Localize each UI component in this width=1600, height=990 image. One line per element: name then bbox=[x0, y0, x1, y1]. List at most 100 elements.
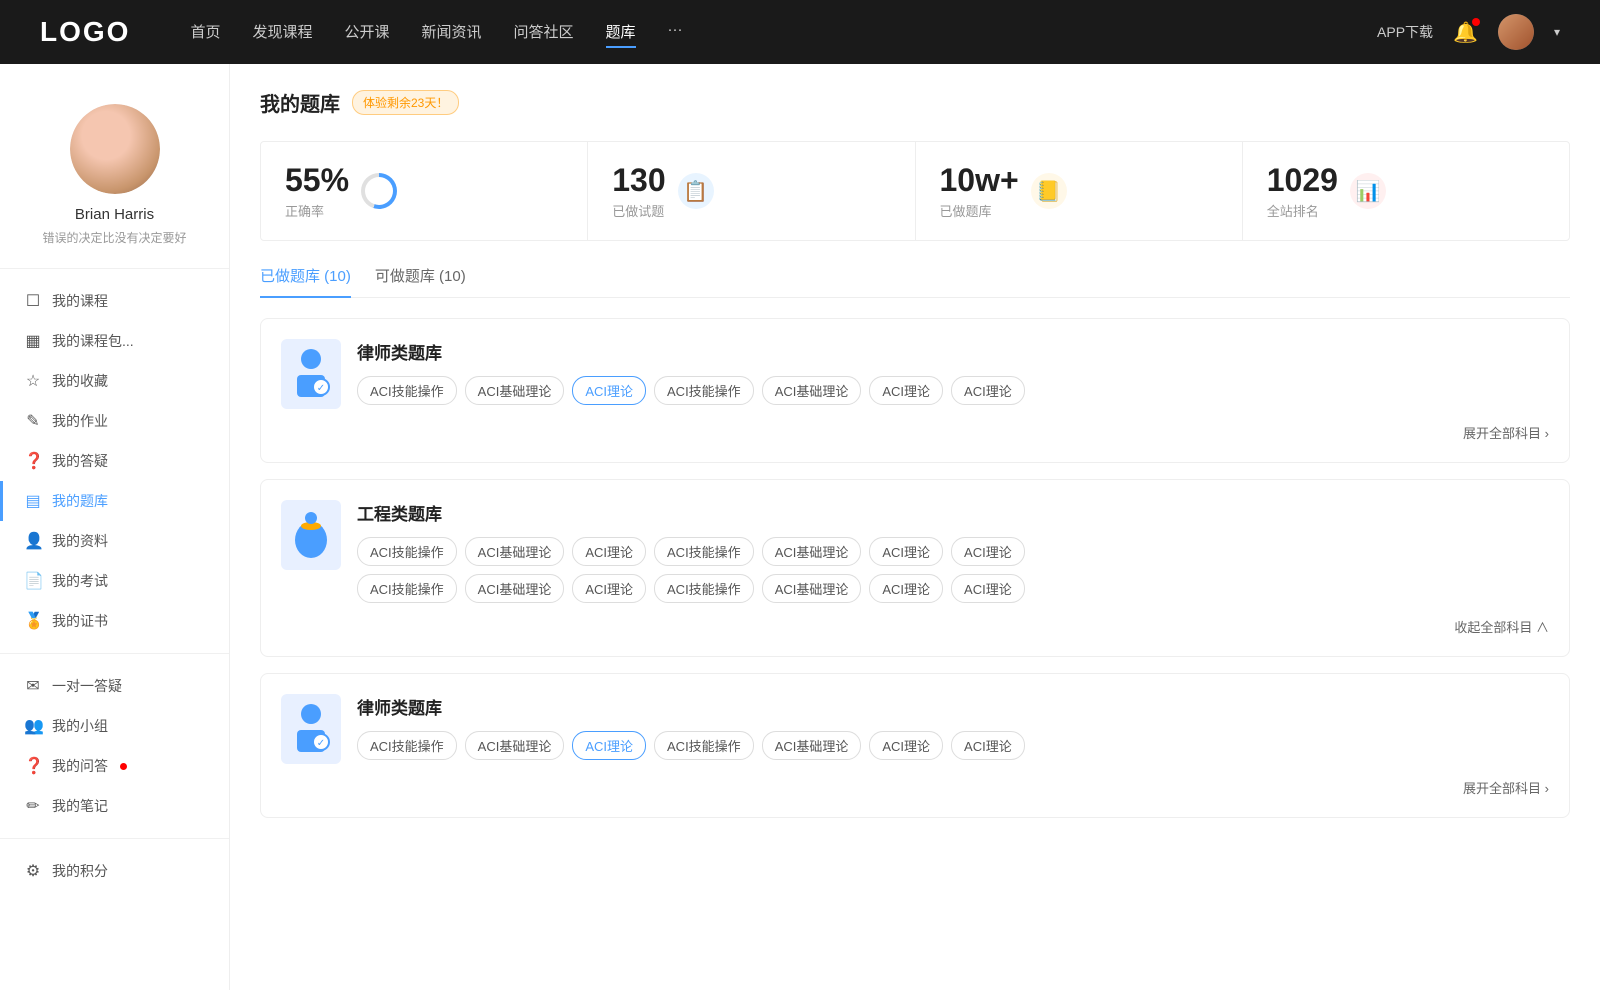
sidebar-divider-mid bbox=[0, 653, 229, 654]
trial-badge: 体验剩余23天！ bbox=[352, 90, 459, 115]
nav-discover[interactable]: 发现课程 bbox=[252, 17, 312, 48]
sidebar-item-questions[interactable]: ❓ 我的问答 bbox=[0, 746, 229, 786]
qbank-tags-row1-2: ACI技能操作 ACI基础理论 ACI理论 ACI技能操作 ACI基础理论 AC… bbox=[357, 537, 1549, 566]
tag-aci-basic-1[interactable]: ACI基础理论 bbox=[465, 376, 565, 405]
expand-link-3[interactable]: 展开全部科目 › bbox=[1463, 778, 1549, 797]
stat-ranking-label: 全站排名 bbox=[1267, 201, 1338, 220]
stat-accuracy-label: 正确率 bbox=[285, 201, 349, 220]
tag-e-aci-basic-4[interactable]: ACI基础理论 bbox=[762, 574, 862, 603]
sidebar-item-course-packages[interactable]: ▦ 我的课程包... bbox=[0, 321, 229, 361]
tag-l2-aci-basic-2[interactable]: ACI基础理论 bbox=[762, 731, 862, 760]
tag-e-aci-skill-3[interactable]: ACI技能操作 bbox=[357, 574, 457, 603]
svg-text:✓: ✓ bbox=[317, 383, 325, 394]
notification-bell[interactable]: 🔔 bbox=[1453, 20, 1478, 45]
lawyer-icon: ✓ bbox=[289, 347, 333, 401]
tag-e-aci-theory-1[interactable]: ACI理论 bbox=[572, 537, 646, 566]
tag-e-aci-skill-2[interactable]: ACI技能操作 bbox=[654, 537, 754, 566]
qbank-section-lawyer-2: ✓ 律师类题库 ACI技能操作 ACI基础理论 ACI理论 ACI技能操作 AC… bbox=[260, 673, 1570, 818]
tabs: 已做题库 (10) 可做题库 (10) bbox=[260, 265, 1570, 298]
notification-dot bbox=[1472, 18, 1480, 26]
stat-done-questions-value: 130 bbox=[612, 162, 665, 199]
sidebar: Brian Harris 错误的决定比没有决定要好 ☐ 我的课程 ▦ 我的课程包… bbox=[0, 64, 230, 990]
qbank-title-3: 律师类题库 bbox=[357, 694, 1549, 719]
exams-icon: 📄 bbox=[24, 571, 42, 591]
sidebar-item-favorites[interactable]: ☆ 我的收藏 bbox=[0, 361, 229, 401]
stat-done-questions: 130 已做试题 📋 bbox=[588, 142, 915, 240]
nav-menu: 首页 发现课程 公开课 新闻资讯 问答社区 题库 ··· bbox=[190, 17, 1377, 48]
groups-icon: 👥 bbox=[24, 716, 42, 736]
nav-open-course[interactable]: 公开课 bbox=[344, 17, 389, 48]
stat-done-banks-label: 已做题库 bbox=[940, 201, 1019, 220]
tag-l2-aci-basic-1[interactable]: ACI基础理论 bbox=[465, 731, 565, 760]
nav-home[interactable]: 首页 bbox=[190, 17, 220, 48]
sidebar-item-question-bank[interactable]: ▤ 我的题库 bbox=[0, 481, 229, 521]
tag-e-aci-basic-1[interactable]: ACI基础理论 bbox=[465, 537, 565, 566]
qbank-icon-wrap-1: ✓ bbox=[281, 339, 341, 409]
ranking-icon: 📊 bbox=[1350, 173, 1386, 209]
qbank-header-3: ✓ 律师类题库 ACI技能操作 ACI基础理论 ACI理论 ACI技能操作 AC… bbox=[281, 694, 1549, 764]
stat-done-questions-label: 已做试题 bbox=[612, 201, 665, 220]
tag-e-aci-theory-2[interactable]: ACI理论 bbox=[869, 537, 943, 566]
tag-aci-theory-1[interactable]: ACI理论 bbox=[869, 376, 943, 405]
qbank-icon-wrap-3: ✓ bbox=[281, 694, 341, 764]
tag-aci-theory-active-1[interactable]: ACI理论 bbox=[572, 376, 646, 405]
sidebar-item-groups[interactable]: 👥 我的小组 bbox=[0, 706, 229, 746]
avatar[interactable] bbox=[1498, 14, 1534, 50]
nav-qa[interactable]: 问答社区 bbox=[514, 17, 574, 48]
sidebar-item-points[interactable]: ⚙ 我的积分 bbox=[0, 851, 229, 891]
tag-e-aci-skill-4[interactable]: ACI技能操作 bbox=[654, 574, 754, 603]
sidebar-item-profile[interactable]: 👤 我的资料 bbox=[0, 521, 229, 561]
tag-aci-skill-1[interactable]: ACI技能操作 bbox=[357, 376, 457, 405]
sidebar-item-one-on-one[interactable]: ✉ 一对一答疑 bbox=[0, 666, 229, 706]
nav-question-bank[interactable]: 题库 bbox=[606, 17, 636, 48]
tag-aci-basic-2[interactable]: ACI基础理论 bbox=[762, 376, 862, 405]
qbank-icon-wrap-2 bbox=[281, 500, 341, 570]
qbank-header-1: ✓ 律师类题库 ACI技能操作 ACI基础理论 ACI理论 ACI技能操作 AC… bbox=[281, 339, 1549, 409]
tag-e-aci-basic-2[interactable]: ACI基础理论 bbox=[762, 537, 862, 566]
qbank-body-1: 律师类题库 ACI技能操作 ACI基础理论 ACI理论 ACI技能操作 ACI基… bbox=[357, 339, 1549, 405]
sidebar-item-exams[interactable]: 📄 我的考试 bbox=[0, 561, 229, 601]
sidebar-item-label: 我的作业 bbox=[52, 411, 108, 431]
notes-icon: ✏ bbox=[24, 796, 42, 816]
stat-done-banks-value: 10w+ bbox=[940, 162, 1019, 199]
expand-link-1[interactable]: 展开全部科目 › bbox=[1463, 423, 1549, 442]
sidebar-item-label: 我的证书 bbox=[52, 611, 108, 631]
qbank-section-engineer: 工程类题库 ACI技能操作 ACI基础理论 ACI理论 ACI技能操作 ACI基… bbox=[260, 479, 1570, 657]
tag-l2-aci-theory-active[interactable]: ACI理论 bbox=[572, 731, 646, 760]
tag-l2-aci-skill-1[interactable]: ACI技能操作 bbox=[357, 731, 457, 760]
tag-e-aci-skill-1[interactable]: ACI技能操作 bbox=[357, 537, 457, 566]
sidebar-item-homework[interactable]: ✎ 我的作业 bbox=[0, 401, 229, 441]
questions-dot bbox=[120, 763, 127, 770]
sidebar-item-label: 我的问答 bbox=[52, 756, 108, 776]
sidebar-divider-top bbox=[0, 268, 229, 269]
tag-l2-aci-skill-2[interactable]: ACI技能操作 bbox=[654, 731, 754, 760]
question-bank-icon: ▤ bbox=[24, 491, 42, 511]
tag-e-aci-theory-4[interactable]: ACI理论 bbox=[572, 574, 646, 603]
app-download-button[interactable]: APP下载 bbox=[1377, 22, 1433, 42]
tag-l2-aci-theory-1[interactable]: ACI理论 bbox=[869, 731, 943, 760]
tag-e-aci-theory-3[interactable]: ACI理论 bbox=[951, 537, 1025, 566]
done-questions-icon: 📋 bbox=[678, 173, 714, 209]
nav-more[interactable]: ··· bbox=[668, 17, 683, 48]
stat-done-banks: 10w+ 已做题库 📒 bbox=[916, 142, 1243, 240]
tag-e-aci-basic-3[interactable]: ACI基础理论 bbox=[465, 574, 565, 603]
nav-news[interactable]: 新闻资讯 bbox=[422, 17, 482, 48]
tag-aci-skill-2[interactable]: ACI技能操作 bbox=[654, 376, 754, 405]
favorites-icon: ☆ bbox=[24, 371, 42, 391]
tag-e-aci-theory-5[interactable]: ACI理论 bbox=[869, 574, 943, 603]
sidebar-item-label: 我的答疑 bbox=[52, 451, 108, 471]
tag-aci-theory-2[interactable]: ACI理论 bbox=[951, 376, 1025, 405]
sidebar-item-my-courses[interactable]: ☐ 我的课程 bbox=[0, 281, 229, 321]
collapse-link-2[interactable]: 收起全部科目 ∧ bbox=[1454, 617, 1549, 636]
tab-done-banks[interactable]: 已做题库 (10) bbox=[260, 265, 351, 298]
sidebar-item-qa[interactable]: ❓ 我的答疑 bbox=[0, 441, 229, 481]
tab-available-banks[interactable]: 可做题库 (10) bbox=[375, 265, 466, 298]
sidebar-item-certificates[interactable]: 🏅 我的证书 bbox=[0, 601, 229, 641]
questions-icon: ❓ bbox=[24, 756, 42, 776]
tag-l2-aci-theory-2[interactable]: ACI理论 bbox=[951, 731, 1025, 760]
sidebar-item-notes[interactable]: ✏ 我的笔记 bbox=[0, 786, 229, 826]
tag-e-aci-theory-6[interactable]: ACI理论 bbox=[951, 574, 1025, 603]
qbank-tags-1: ACI技能操作 ACI基础理论 ACI理论 ACI技能操作 ACI基础理论 AC… bbox=[357, 376, 1549, 405]
avatar-dropdown-arrow[interactable]: ▾ bbox=[1554, 25, 1560, 39]
sidebar-divider-bot bbox=[0, 838, 229, 839]
